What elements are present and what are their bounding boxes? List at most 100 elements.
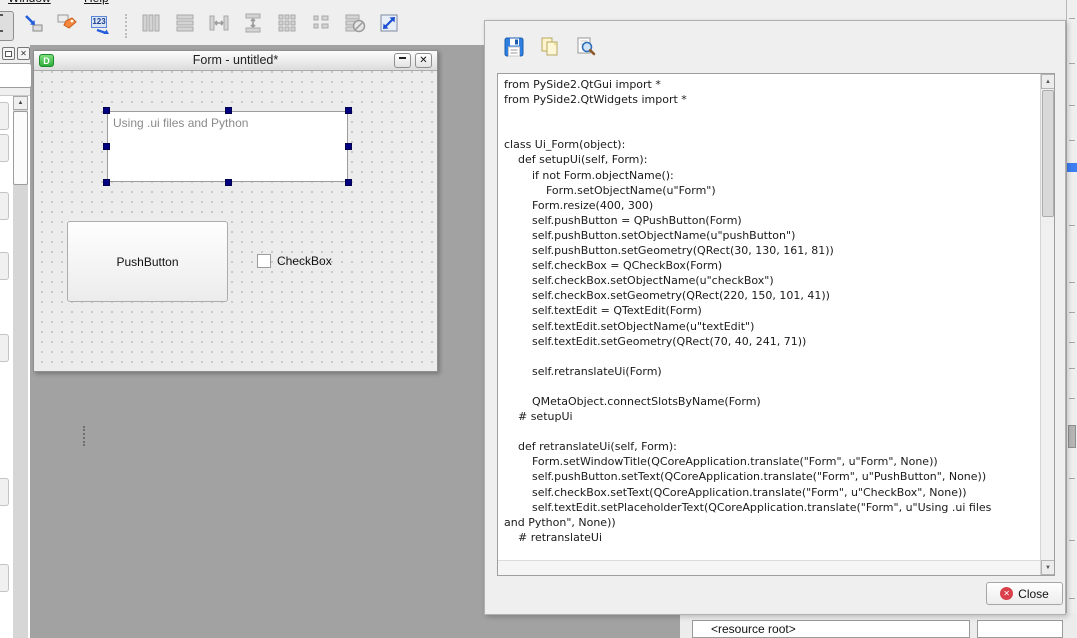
lay-out-horizontally-in-splitter-button[interactable]	[204, 11, 234, 41]
edit-tab-order-button[interactable]: 123	[86, 11, 116, 41]
edit-buddies-button[interactable]	[52, 11, 82, 41]
widget-box-panel: ✕ ▲	[0, 45, 30, 638]
close-button[interactable]: ✕	[415, 53, 432, 68]
code-line: def retranslateUi(self, Form):	[504, 439, 1038, 454]
selection-handle-top-left[interactable]	[103, 107, 110, 114]
menu-help[interactable]: Help	[84, 0, 109, 5]
dock-splitter-handle[interactable]	[83, 426, 85, 446]
code-line	[504, 107, 1038, 122]
widget-box-item[interactable]	[0, 478, 9, 506]
tick-mark	[1069, 225, 1075, 226]
scroll-up-icon[interactable]: ▲	[1041, 74, 1055, 89]
code-line: self.textEdit.setPlaceholderText(QCoreAp…	[504, 500, 1038, 515]
menu-window[interactable]: Window	[8, 0, 51, 5]
resource-browser-window: <resource root>	[680, 613, 1077, 638]
code-line: from PySide2.QtWidgets import *	[504, 92, 1038, 107]
qt-designer-screen: { "menu_bar": { "items": ["Window", "Hel…	[0, 0, 1077, 638]
selection-handle-top-right[interactable]	[345, 107, 352, 114]
checkbox-widget[interactable]: CheckBox	[257, 254, 332, 268]
resource-tree-panel[interactable]: <resource root>	[692, 620, 970, 638]
lay-out-vertically-button[interactable]	[170, 11, 200, 41]
form-title-bar[interactable]: D Form - untitled* ✕	[34, 51, 437, 71]
code-line: Form.resize(400, 300)	[504, 198, 1038, 213]
adjust-size-button[interactable]	[374, 11, 404, 41]
edit-signals-slots-icon	[22, 12, 44, 39]
code-line	[504, 379, 1038, 394]
right-panel-sliver	[1066, 0, 1077, 638]
lay-out-horizontally-in-splitter-icon	[208, 12, 230, 39]
copy-button[interactable]	[537, 36, 563, 62]
code-line: # setupUi	[504, 409, 1038, 424]
widget-box-item[interactable]	[0, 334, 9, 362]
tick-mark	[1069, 342, 1075, 343]
lay-out-in-grid-button[interactable]	[272, 11, 302, 41]
widget-box-scrollbar[interactable]: ▲	[13, 96, 28, 638]
close-dialog-button[interactable]: ✕ Close	[986, 582, 1063, 605]
float-icon	[5, 51, 12, 57]
tick-mark	[1069, 18, 1075, 19]
selection-handle-top-center[interactable]	[225, 107, 232, 114]
close-icon: ✕	[20, 49, 27, 58]
lay-out-vertically-in-splitter-button[interactable]	[238, 11, 268, 41]
scrollbar-thumb[interactable]	[13, 111, 28, 185]
selection-handle-bottom-right[interactable]	[345, 179, 352, 186]
widget-box-item[interactable]	[0, 564, 9, 592]
widget-box-item[interactable]	[0, 102, 9, 130]
copy-icon	[538, 35, 562, 64]
minimize-button[interactable]	[394, 53, 411, 68]
form-editor-window: D Form - untitled* ✕ PushButton CheckBox…	[33, 50, 438, 372]
code-line: class Ui_Form(object):	[504, 137, 1038, 152]
widget-box-item[interactable]	[0, 252, 9, 280]
widget-box-item[interactable]	[0, 192, 9, 220]
textedit-widget[interactable]: Using .ui files and Python	[107, 111, 348, 182]
widget-box-item[interactable]	[0, 134, 9, 162]
code-line: self.textEdit = QTextEdit(Form)	[504, 303, 1038, 318]
lay-out-horizontally-button[interactable]	[136, 11, 166, 41]
code-horizontal-scrollbar[interactable]	[498, 560, 1041, 575]
selection-handle-mid-left[interactable]	[103, 143, 110, 150]
selection-handle-mid-right[interactable]	[345, 143, 352, 150]
lay-out-horizontally-icon	[140, 12, 162, 39]
edit-signals-slots-button[interactable]	[18, 11, 48, 41]
code-view[interactable]: from PySide2.QtGui import *from PySide2.…	[497, 73, 1055, 576]
selected-item-sliver	[1067, 163, 1077, 172]
edit-widgets-button[interactable]	[0, 11, 14, 41]
selection-handle-bottom-center[interactable]	[225, 179, 232, 186]
widget-filter-input[interactable]	[0, 63, 32, 88]
scroll-up-icon[interactable]: ▲	[13, 96, 28, 110]
toolbar-separator	[125, 14, 127, 38]
code-vertical-scrollbar[interactable]: ▲ ▼	[1040, 74, 1054, 575]
code-line: and Python", None))	[504, 515, 1038, 530]
save-button[interactable]	[501, 36, 527, 62]
pushbutton-widget[interactable]: PushButton	[67, 221, 228, 302]
code-line	[504, 122, 1038, 137]
lay-out-in-form-layout-icon	[310, 12, 332, 39]
selection-handle-bottom-left[interactable]	[103, 179, 110, 186]
dock-close-button[interactable]: ✕	[17, 47, 30, 60]
code-line: self.textEdit.setGeometry(QRect(70, 40, …	[504, 334, 1038, 349]
code-line: self.pushButton.setText(QCoreApplication…	[504, 469, 1038, 484]
find-button[interactable]	[573, 36, 599, 62]
scroll-down-icon[interactable]: ▼	[1041, 560, 1055, 575]
close-icon: ✕	[419, 55, 427, 66]
adjust-size-icon	[378, 12, 400, 39]
find-icon	[574, 35, 598, 64]
checkbox-box[interactable]	[257, 254, 271, 268]
tick-mark	[1069, 598, 1075, 599]
code-line: self.pushButton = QPushButton(Form)	[504, 213, 1038, 228]
lay-out-in-form-layout-button[interactable]	[306, 11, 336, 41]
edit-widgets-icon	[0, 12, 10, 39]
code-line: self.checkBox.setText(QCoreApplication.t…	[504, 485, 1038, 500]
dock-float-button[interactable]	[2, 47, 15, 60]
break-layout-button[interactable]	[340, 11, 370, 41]
tick-mark	[1069, 140, 1075, 141]
lay-out-vertically-in-splitter-icon	[242, 12, 264, 39]
resource-side-panel[interactable]	[977, 620, 1063, 638]
tick-mark	[1069, 282, 1075, 283]
code-line	[504, 349, 1038, 364]
code-line: self.textEdit.setObjectName(u"textEdit")	[504, 319, 1038, 334]
scrollbar-thumb-sliver[interactable]	[1068, 425, 1076, 448]
minimize-icon	[399, 57, 406, 59]
break-layout-icon	[344, 12, 366, 39]
scrollbar-thumb[interactable]	[1042, 90, 1054, 217]
